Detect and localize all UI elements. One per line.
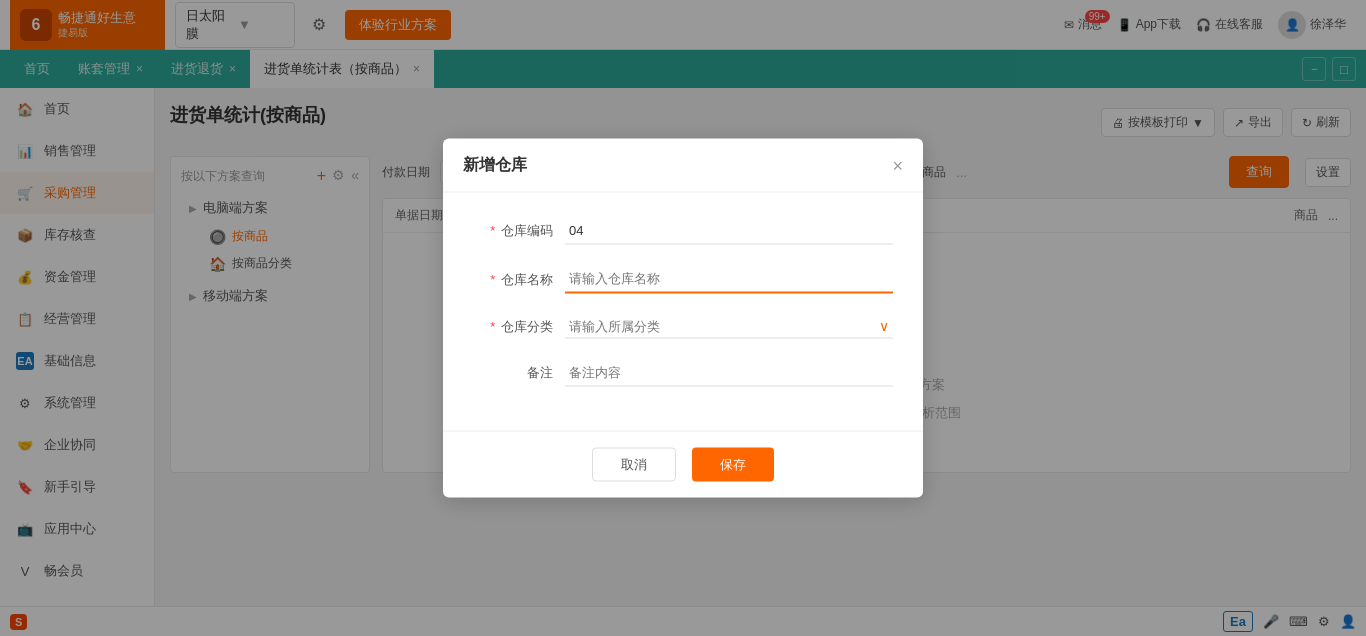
category-label: * 仓库分类 — [473, 317, 553, 335]
new-warehouse-modal: 新增仓库 × * 仓库编码 * 仓库名称 * 仓库分类 — [443, 139, 923, 498]
cancel-button[interactable]: 取消 — [592, 448, 676, 482]
category-required: * — [490, 318, 495, 333]
form-row-code: * 仓库编码 — [473, 217, 893, 245]
modal-title: 新增仓库 — [463, 155, 527, 176]
note-label: 备注 — [473, 364, 553, 382]
category-arrow-icon: ∨ — [879, 318, 889, 334]
name-required: * — [490, 271, 495, 286]
form-row-category: * 仓库分类 ∨ — [473, 314, 893, 339]
modal-header: 新增仓库 × — [443, 139, 923, 193]
category-input[interactable] — [569, 318, 879, 333]
code-required: * — [490, 223, 495, 238]
form-row-note: 备注 — [473, 359, 893, 387]
form-row-name: * 仓库名称 — [473, 265, 893, 294]
note-input[interactable] — [565, 359, 893, 387]
modal-close-btn[interactable]: × — [892, 156, 903, 174]
name-label: * 仓库名称 — [473, 270, 553, 288]
category-select[interactable]: ∨ — [565, 314, 893, 339]
save-button[interactable]: 保存 — [692, 448, 774, 482]
code-input[interactable] — [565, 217, 893, 245]
code-label: * 仓库编码 — [473, 222, 553, 240]
modal-footer: 取消 保存 — [443, 431, 923, 498]
modal-body: * 仓库编码 * 仓库名称 * 仓库分类 ∨ — [443, 193, 923, 431]
name-input[interactable] — [565, 265, 893, 294]
